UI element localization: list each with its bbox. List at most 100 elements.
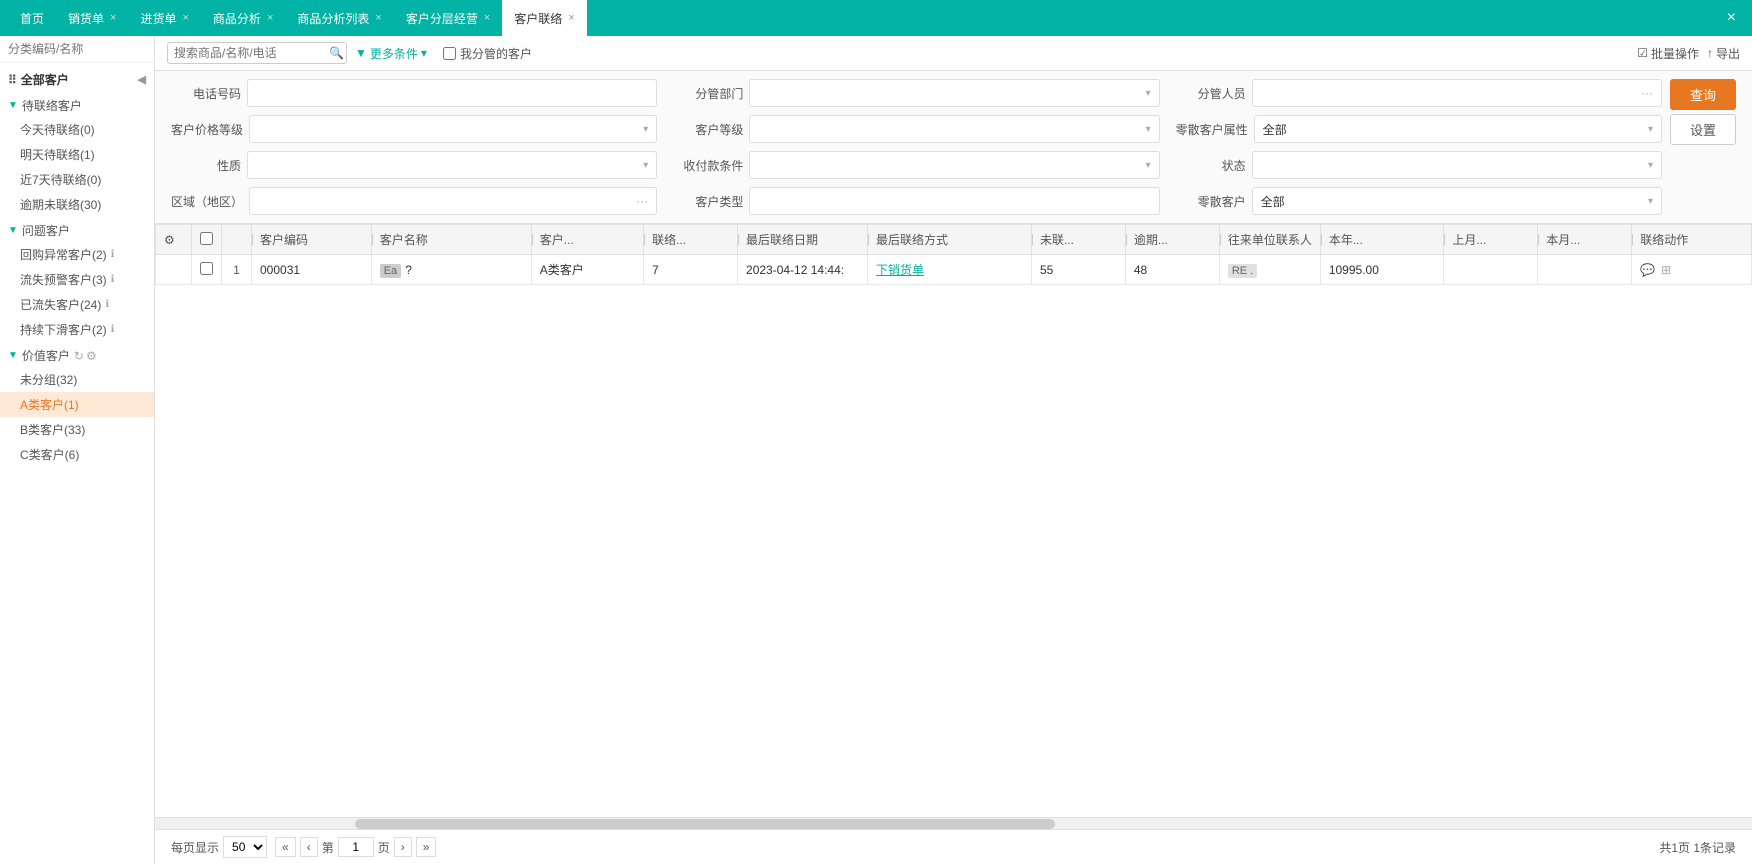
qr-icon[interactable]: ⊞	[1661, 263, 1671, 277]
pricelevel-label: 客户价格等级	[171, 121, 243, 138]
sidebar-search-input[interactable]	[8, 42, 155, 56]
col-checkbox[interactable]	[192, 225, 222, 255]
nav-product-analysis-close[interactable]: ×	[267, 12, 273, 24]
row-lastmethod-cell[interactable]: 下销货单	[868, 255, 1032, 285]
last-method-link[interactable]: 下销货单	[876, 263, 924, 277]
select-all-checkbox[interactable]	[200, 232, 213, 245]
sidebar-item-lostwarning[interactable]: 流失预警客户(3) ℹ	[0, 267, 154, 292]
my-customers-checkbox[interactable]	[443, 47, 456, 60]
sidebar-item-today[interactable]: 今天待联络(0)	[0, 117, 154, 142]
filter-phone: 电话号码	[171, 79, 657, 107]
prev-page-btn[interactable]: ‹	[300, 837, 318, 857]
row-settings-cell	[156, 255, 192, 285]
nav-segment-close[interactable]: ×	[484, 12, 490, 24]
set-button[interactable]: 设置	[1670, 114, 1736, 145]
value-refresh-icon[interactable]: ↻	[74, 349, 84, 363]
chat-icon[interactable]: 💬	[1640, 263, 1655, 277]
status-input[interactable]: ▾	[1252, 151, 1662, 179]
batch-op-btn[interactable]: ☑ 批量操作	[1637, 45, 1699, 62]
sidebar-group-problem[interactable]: ▼ 问题客户	[0, 217, 154, 242]
status-caret: ▾	[1648, 160, 1653, 171]
retailattr-label: 零散客户属性	[1176, 121, 1248, 138]
sidebar-item-classA[interactable]: A类客户(1)	[0, 392, 154, 417]
retailattr-caret: ▾	[1648, 124, 1653, 135]
region-input[interactable]: ···	[249, 187, 657, 215]
sidebar-item-declining[interactable]: 持续下滑客户(2) ℹ	[0, 317, 154, 342]
filter-row-4: 区域（地区） ··· 客户类型 零散客户 全部	[171, 187, 1662, 215]
nav-purchase-close[interactable]: ×	[182, 12, 188, 24]
dept-input[interactable]: ▾	[749, 79, 1159, 107]
customer-table: ⚙ 客户编码 客户名称	[155, 224, 1752, 285]
filter-toolbar: 🔍 ▼ 更多条件 ▾ 我分管的客户 ☑ 批量操作 ↑ 导出	[155, 36, 1752, 71]
sidebar-item-repurchase[interactable]: 回购异常客户(2) ℹ	[0, 242, 154, 267]
sidebar-item-ungroup[interactable]: 未分组(32)	[0, 367, 154, 392]
sidebar-item-tomorrow[interactable]: 明天待联络(1)	[0, 142, 154, 167]
nav-customer-contact[interactable]: 客户联络 ×	[502, 0, 586, 36]
nav-contact-close[interactable]: ×	[568, 12, 574, 24]
filter-icon: ▼	[355, 46, 367, 60]
filter-department: 分管部门 ▾	[673, 79, 1159, 107]
retailattr-input[interactable]: 全部 ▾	[1254, 115, 1662, 143]
export-btn[interactable]: ↑ 导出	[1707, 45, 1740, 62]
value-settings-icon[interactable]: ⚙	[86, 349, 97, 363]
per-page-label: 每页显示	[171, 839, 219, 856]
settings-icon[interactable]: ⚙	[164, 233, 175, 247]
customerlevel-input[interactable]: ▾	[749, 115, 1159, 143]
filter-row-1: 电话号码 分管部门 ▾ 分管人员 ···	[171, 79, 1662, 107]
next-page-btn[interactable]: ›	[394, 837, 412, 857]
row-lastdate-cell: 2023-04-12 14:44:	[738, 255, 868, 285]
customerlevel-caret: ▾	[1146, 124, 1151, 135]
sidebar-item-lost[interactable]: 已流失客户(24) ℹ	[0, 292, 154, 317]
info-icon-3: ℹ	[105, 299, 109, 310]
sidebar-group-value[interactable]: ▼ 价值客户 ↻ ⚙	[0, 342, 154, 367]
row-checkbox[interactable]	[200, 262, 213, 275]
sidebar-item-7days[interactable]: 近7天待联络(0)	[0, 167, 154, 192]
nav-sales[interactable]: 销货单 ×	[56, 0, 128, 36]
sidebar-item-classB[interactable]: B类客户(33)	[0, 417, 154, 442]
filter-customerlevel: 客户等级 ▾	[673, 115, 1159, 143]
sidebar-group-pending[interactable]: ▼ 待联络客户	[0, 92, 154, 117]
sidebar-all-customers[interactable]: ⠿ 全部客户 ◀	[0, 63, 154, 92]
payment-input[interactable]: ▾	[749, 151, 1159, 179]
customertype-input[interactable]	[749, 187, 1159, 215]
sidebar-item-classC[interactable]: C类客户(6)	[0, 442, 154, 467]
sidebar-item-overdue[interactable]: 逾期未联络(30)	[0, 192, 154, 217]
table-header-row: ⚙ 客户编码 客户名称	[156, 225, 1752, 255]
phone-input[interactable]	[247, 79, 657, 107]
first-page-btn[interactable]: «	[275, 837, 296, 857]
page-num-input[interactable]	[338, 837, 374, 857]
payment-caret: ▾	[1146, 160, 1151, 171]
per-page-select[interactable]: 50	[223, 836, 267, 858]
sidebar-collapse-icon[interactable]: ◀	[138, 73, 146, 86]
nav-product-list-close[interactable]: ×	[375, 12, 381, 24]
pricelevel-input[interactable]: ▾	[249, 115, 657, 143]
query-button[interactable]: 查询	[1670, 79, 1736, 110]
filter-row-2: 客户价格等级 ▾ 客户等级 ▾ 零散客户属性	[171, 115, 1662, 143]
retail-input[interactable]: 全部 ▾	[1252, 187, 1662, 215]
page-navigation: « ‹ 第 页 › »	[275, 837, 436, 857]
nav-product-analysis[interactable]: 商品分析 ×	[201, 0, 285, 36]
nav-close-all[interactable]: ×	[1719, 9, 1744, 27]
last-page-btn[interactable]: »	[416, 837, 437, 857]
main-search-input[interactable]	[174, 46, 329, 60]
manager-label: 分管人员	[1176, 85, 1246, 102]
nav-customer-segment[interactable]: 客户分层经营 ×	[394, 0, 502, 36]
row-checkbox-cell[interactable]	[192, 255, 222, 285]
col-settings[interactable]: ⚙	[156, 225, 192, 255]
sidebar: 🔍 ⠿ 全部客户 ◀ ▼ 待联络客户 今天待联络(0) 明天待联络(1) 近7天…	[0, 36, 155, 864]
nav-purchase[interactable]: 进货单 ×	[128, 0, 200, 36]
manager-input[interactable]: ···	[1252, 79, 1662, 107]
scrollbar-thumb[interactable]	[355, 819, 1055, 829]
nav-product-list[interactable]: 商品分析列表 ×	[285, 0, 393, 36]
nav-sales-close[interactable]: ×	[110, 12, 116, 24]
nature-input[interactable]: ▾	[247, 151, 657, 179]
col-type: 客户...	[531, 225, 643, 255]
my-customers-check[interactable]: 我分管的客户	[443, 45, 532, 62]
col-contact: 联络...	[644, 225, 738, 255]
horizontal-scrollbar[interactable]	[155, 817, 1752, 829]
nav-home[interactable]: 首页	[8, 0, 56, 36]
col-unit-contact: 往来单位联系人	[1219, 225, 1320, 255]
main-layout: 🔍 ⠿ 全部客户 ◀ ▼ 待联络客户 今天待联络(0) 明天待联络(1) 近7天…	[0, 36, 1752, 864]
more-conditions-btn[interactable]: ▼ 更多条件 ▾	[355, 45, 427, 62]
main-search-icon[interactable]: 🔍	[329, 46, 344, 60]
